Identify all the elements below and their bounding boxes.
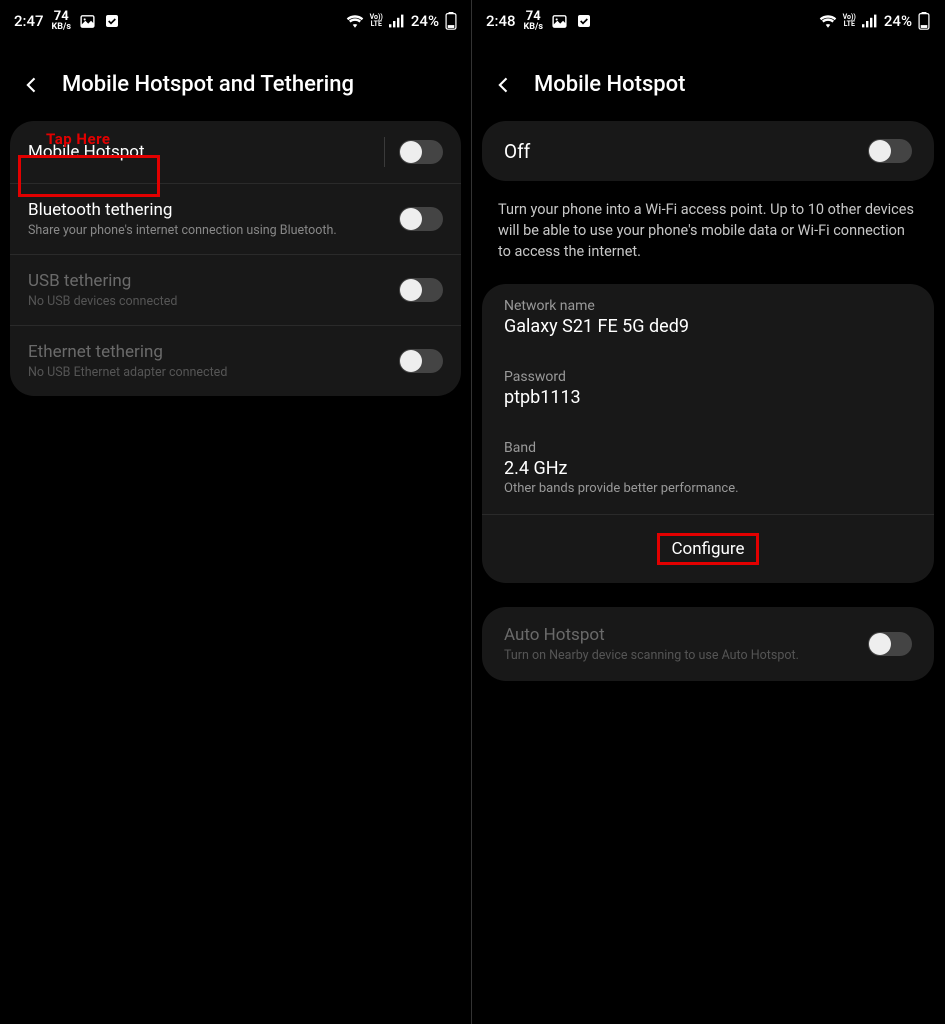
battery-percent: 24% xyxy=(884,12,912,30)
highlight-box xyxy=(657,533,758,565)
volte-icon: Vo))LTE xyxy=(843,14,856,28)
band-value: 2.4 GHz xyxy=(504,458,912,479)
row-title: USB tethering xyxy=(28,271,399,291)
highlight-box xyxy=(18,155,160,197)
signal-icon xyxy=(862,14,878,28)
image-icon xyxy=(79,13,96,30)
back-icon[interactable] xyxy=(492,73,516,97)
toggle-bluetooth-tethering[interactable] xyxy=(399,207,443,231)
network-name-label: Network name xyxy=(504,298,912,314)
toggle-auto-hotspot xyxy=(868,632,912,656)
row-subtitle: Share your phone's internet connection u… xyxy=(28,223,399,238)
row-subtitle: No USB Ethernet adapter connected xyxy=(28,365,399,380)
network-name-value: Galaxy S21 FE 5G ded9 xyxy=(504,316,912,337)
row-ethernet-tethering: Ethernet tethering No USB Ethernet adapt… xyxy=(10,326,461,396)
band-label: Band xyxy=(504,440,912,456)
row-title: Bluetooth tethering xyxy=(28,200,399,220)
battery-icon xyxy=(445,12,457,30)
checkbox-icon xyxy=(104,13,120,29)
checkbox-icon xyxy=(576,13,592,29)
band-hint: Other bands provide better performance. xyxy=(504,481,912,496)
row-usb-tethering: USB tethering No USB devices connected xyxy=(10,255,461,326)
configure-row: Configure xyxy=(482,515,934,583)
auto-hotspot-card: Auto Hotspot Turn on Nearby device scann… xyxy=(482,607,934,681)
hotspot-toggle-card: Off xyxy=(482,121,934,181)
off-label: Off xyxy=(504,140,530,163)
page-header: Mobile Hotspot xyxy=(472,42,944,121)
status-bar: 2:48 74 KB/s Vo))LTE 24% xyxy=(472,0,944,42)
network-name-block[interactable]: Network name Galaxy S21 FE 5G ded9 xyxy=(482,284,934,355)
network-card: Network name Galaxy S21 FE 5G ded9 Passw… xyxy=(482,284,934,583)
row-hotspot-off[interactable]: Off xyxy=(482,121,934,181)
status-time: 2:47 xyxy=(14,12,44,30)
page-title: Mobile Hotspot xyxy=(534,72,685,97)
row-title: Ethernet tethering xyxy=(28,342,399,362)
password-block[interactable]: Password ptpb1113 xyxy=(482,355,934,426)
signal-icon xyxy=(389,14,405,28)
back-icon[interactable] xyxy=(20,73,44,97)
screenshot-left: 2:47 74 KB/s Vo))LTE 24% xyxy=(0,0,472,1024)
page-header: Mobile Hotspot and Tethering xyxy=(0,42,471,121)
toggle-hotspot[interactable] xyxy=(868,139,912,163)
battery-percent: 24% xyxy=(411,12,439,30)
divider xyxy=(384,137,385,167)
data-speed: 74 KB/s xyxy=(52,10,71,32)
screenshot-right: 2:48 74 KB/s Vo))LTE 24% xyxy=(472,0,944,1024)
tap-here-annotation: Tap Here xyxy=(46,130,111,148)
status-time: 2:48 xyxy=(486,12,516,30)
row-auto-hotspot[interactable]: Auto Hotspot Turn on Nearby device scann… xyxy=(482,607,934,681)
wifi-icon xyxy=(346,14,364,28)
row-subtitle: No USB devices connected xyxy=(28,294,399,309)
status-bar: 2:47 74 KB/s Vo))LTE 24% xyxy=(0,0,471,42)
battery-icon xyxy=(918,12,930,30)
image-icon xyxy=(551,13,568,30)
toggle-mobile-hotspot[interactable] xyxy=(399,140,443,164)
auto-hotspot-sub: Turn on Nearby device scanning to use Au… xyxy=(504,648,868,663)
toggle-ethernet-tethering xyxy=(399,349,443,373)
data-speed: 74 KB/s xyxy=(524,10,543,32)
password-label: Password xyxy=(504,369,912,385)
toggle-usb-tethering xyxy=(399,278,443,302)
password-value: ptpb1113 xyxy=(504,387,912,408)
wifi-icon xyxy=(819,14,837,28)
page-title: Mobile Hotspot and Tethering xyxy=(62,72,354,97)
hotspot-description: Turn your phone into a Wi-Fi access poin… xyxy=(472,181,944,284)
volte-icon: Vo))LTE xyxy=(370,14,383,28)
auto-hotspot-title: Auto Hotspot xyxy=(504,625,868,645)
band-block[interactable]: Band 2.4 GHz Other bands provide better … xyxy=(482,426,934,515)
